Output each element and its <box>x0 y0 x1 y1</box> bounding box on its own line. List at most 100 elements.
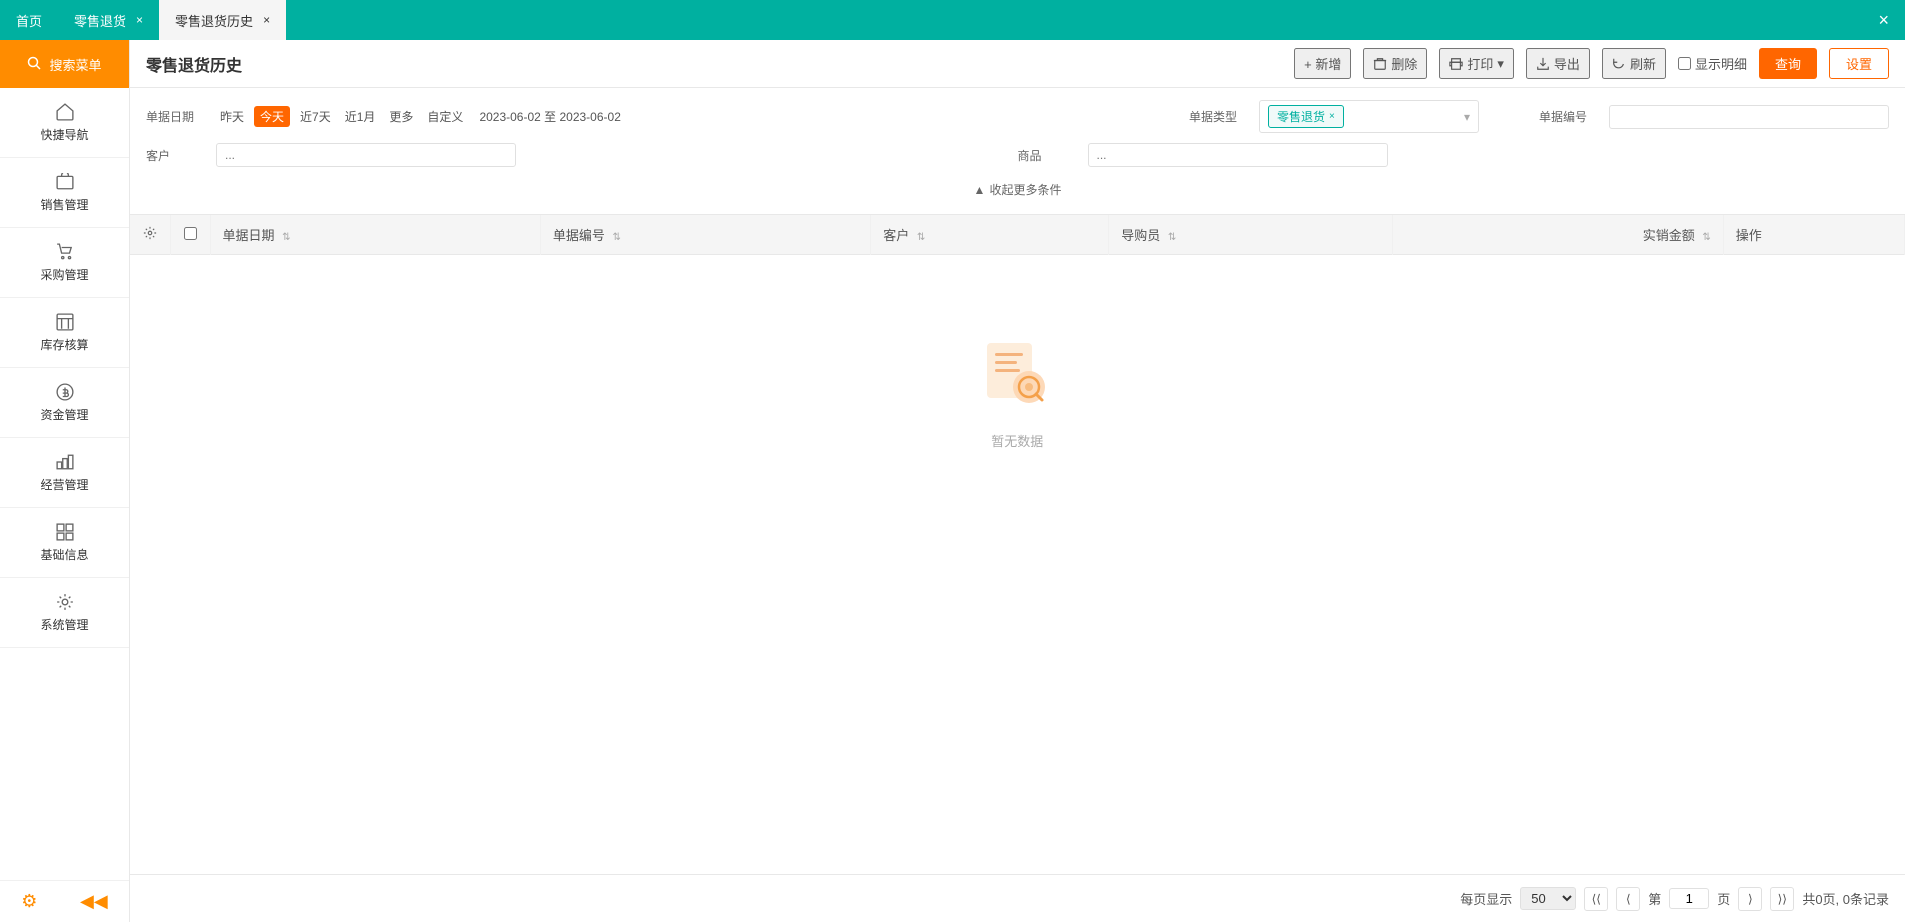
show-detail-checkbox-label[interactable]: 显示明细 <box>1678 54 1747 73</box>
page-number-input[interactable] <box>1669 888 1709 909</box>
sidebar-item-finance[interactable]: 资金管理 <box>0 368 129 438</box>
th-action: 操作 <box>1723 215 1904 255</box>
empty-state: 暂无数据 <box>130 255 1905 530</box>
settings-bottom-icon[interactable]: ⚙ <box>21 891 37 912</box>
page-size-label: 每页显示 <box>1460 889 1512 908</box>
page-last-button[interactable]: ⟩⟩ <box>1770 887 1794 911</box>
th-date: 单据日期 ⇅ <box>210 215 540 255</box>
type-label: 单据类型 <box>1189 108 1259 125</box>
finance-icon <box>55 382 75 402</box>
audio-bottom-icon[interactable]: ◀◀ <box>80 891 108 912</box>
th-guide: 导购员 ⇅ <box>1109 215 1393 255</box>
page-prev-button[interactable]: ⟨ <box>1616 887 1640 911</box>
filter-row-2: 客户 商品 <box>146 143 1889 167</box>
search-icon <box>27 56 43 72</box>
goods-input[interactable] <box>1088 143 1388 167</box>
date-opt-7days[interactable]: 近7天 <box>296 106 335 127</box>
date-range-display: 2023-06-02 至 2023-06-02 <box>479 108 620 125</box>
total-text: 共0页, 0条记录 <box>1802 889 1889 908</box>
setting-button[interactable]: 设置 <box>1829 48 1889 79</box>
tab-retail-return-history-close[interactable]: × <box>263 13 270 27</box>
collapse-button[interactable]: ▲ 收起更多条件 <box>146 177 1889 202</box>
show-detail-checkbox[interactable] <box>1678 57 1691 70</box>
sort-date-icon[interactable]: ⇅ <box>282 232 290 243</box>
operation-icon <box>55 452 75 472</box>
page-size-select[interactable]: 20 50 100 <box>1520 887 1576 910</box>
table-body: 暂无数据 <box>130 255 1905 531</box>
filter-area: 单据日期 昨天 今天 近7天 近1月 更多 自定义 2023-06-02 至 2… <box>130 88 1905 215</box>
page-header: 零售退货历史 + 新增 删除 打印 ▾ <box>130 40 1905 88</box>
sidebar-bottom: ⚙ ◀◀ <box>0 880 129 922</box>
main-layout: 搜索菜单 快捷导航 销售管理 <box>0 40 1905 922</box>
th-number: 单据编号 ⇅ <box>540 215 870 255</box>
date-label: 单据日期 <box>146 108 216 125</box>
page-unit: 页 <box>1717 889 1730 908</box>
customer-input[interactable] <box>216 143 516 167</box>
date-opt-1month[interactable]: 近1月 <box>341 106 380 127</box>
top-bar: 首页 零售退货 × 零售退货历史 × × <box>0 0 1905 40</box>
tab-retail-return-close[interactable]: × <box>136 13 143 27</box>
sidebar-search[interactable]: 搜索菜单 <box>0 40 129 88</box>
date-opt-more[interactable]: 更多 <box>385 106 417 127</box>
refresh-button[interactable]: 刷新 <box>1602 48 1666 79</box>
date-opt-today[interactable]: 今天 <box>254 106 290 127</box>
tab-retail-return-history[interactable]: 零售退货历史 × <box>159 0 286 40</box>
filter-row-1: 单据日期 昨天 今天 近7天 近1月 更多 自定义 2023-06-02 至 2… <box>146 100 1889 133</box>
new-button[interactable]: + 新增 <box>1294 48 1351 79</box>
sidebar-item-purchase[interactable]: 采购管理 <box>0 228 129 298</box>
date-options: 昨天 今天 近7天 近1月 更多 自定义 2023-06-02 至 2023-0… <box>216 106 621 127</box>
delete-icon <box>1373 57 1387 71</box>
page-next-button[interactable]: ⟩ <box>1738 887 1762 911</box>
page-title: 零售退货历史 <box>146 52 1294 76</box>
number-label: 单据编号 <box>1539 108 1609 125</box>
sidebar-item-basic[interactable]: 基础信息 <box>0 508 129 578</box>
customer-label: 客户 <box>146 147 216 164</box>
sort-guide-icon[interactable]: ⇅ <box>1168 232 1176 243</box>
sort-customer-icon[interactable]: ⇅ <box>917 232 925 243</box>
number-input[interactable] <box>1609 105 1889 129</box>
sidebar-item-quicknav[interactable]: 快捷导航 <box>0 88 129 158</box>
type-dropdown-arrow: ▾ <box>1464 110 1470 124</box>
system-icon <box>55 592 75 612</box>
tab-home[interactable]: 首页 <box>0 0 58 40</box>
date-opt-custom[interactable]: 自定义 <box>423 106 467 127</box>
sidebar-item-inventory[interactable]: 库存核算 <box>0 298 129 368</box>
window-close-button[interactable]: × <box>1878 10 1905 31</box>
th-settings <box>130 215 170 255</box>
type-tag-close[interactable]: × <box>1329 111 1335 122</box>
content-area: 零售退货历史 + 新增 删除 打印 ▾ <box>130 40 1905 922</box>
print-button[interactable]: 打印 ▾ <box>1439 48 1514 79</box>
collapse-up-icon: ▲ <box>974 183 986 197</box>
toolbar: + 新增 删除 打印 ▾ <box>1294 48 1889 79</box>
tab-retail-return[interactable]: 零售退货 × <box>58 0 159 40</box>
table-container: 单据日期 ⇅ 单据编号 ⇅ 客户 ⇅ 导购员 ⇅ <box>130 215 1905 874</box>
sidebar: 搜索菜单 快捷导航 销售管理 <box>0 40 130 922</box>
sidebar-item-system[interactable]: 系统管理 <box>0 578 129 648</box>
print-dropdown-icon: ▾ <box>1497 56 1504 72</box>
empty-illustration <box>977 335 1057 415</box>
export-button[interactable]: 导出 <box>1526 48 1590 79</box>
page-label: 第 <box>1648 889 1661 908</box>
query-button[interactable]: 查询 <box>1759 48 1817 79</box>
delete-button[interactable]: 删除 <box>1363 48 1427 79</box>
sort-amount-icon[interactable]: ⇅ <box>1702 232 1710 243</box>
empty-row: 暂无数据 <box>130 255 1905 531</box>
print-icon <box>1449 57 1463 71</box>
goods-label: 商品 <box>1018 147 1088 164</box>
table-settings-icon[interactable] <box>143 226 157 240</box>
page-first-button[interactable]: ⟨⟨ <box>1584 887 1608 911</box>
pagination: 每页显示 20 50 100 ⟨⟨ ⟨ 第 页 ⟩ ⟩⟩ 共0页, 0条记录 <box>130 874 1905 922</box>
export-icon <box>1536 57 1550 71</box>
table-header-row: 单据日期 ⇅ 单据编号 ⇅ 客户 ⇅ 导购员 ⇅ <box>130 215 1905 255</box>
purchase-icon <box>55 242 75 262</box>
refresh-icon <box>1612 57 1626 71</box>
date-opt-yesterday[interactable]: 昨天 <box>216 106 248 127</box>
select-all-checkbox[interactable] <box>184 227 197 240</box>
empty-text: 暂无数据 <box>991 431 1043 450</box>
sort-number-icon[interactable]: ⇅ <box>613 232 621 243</box>
sidebar-item-sales[interactable]: 销售管理 <box>0 158 129 228</box>
th-amount: 实销金额 ⇅ <box>1393 215 1723 255</box>
sidebar-item-operation[interactable]: 经营管理 <box>0 438 129 508</box>
type-tag: 零售退货 × <box>1268 105 1344 128</box>
type-dropdown[interactable]: 零售退货 × ▾ <box>1259 100 1479 133</box>
